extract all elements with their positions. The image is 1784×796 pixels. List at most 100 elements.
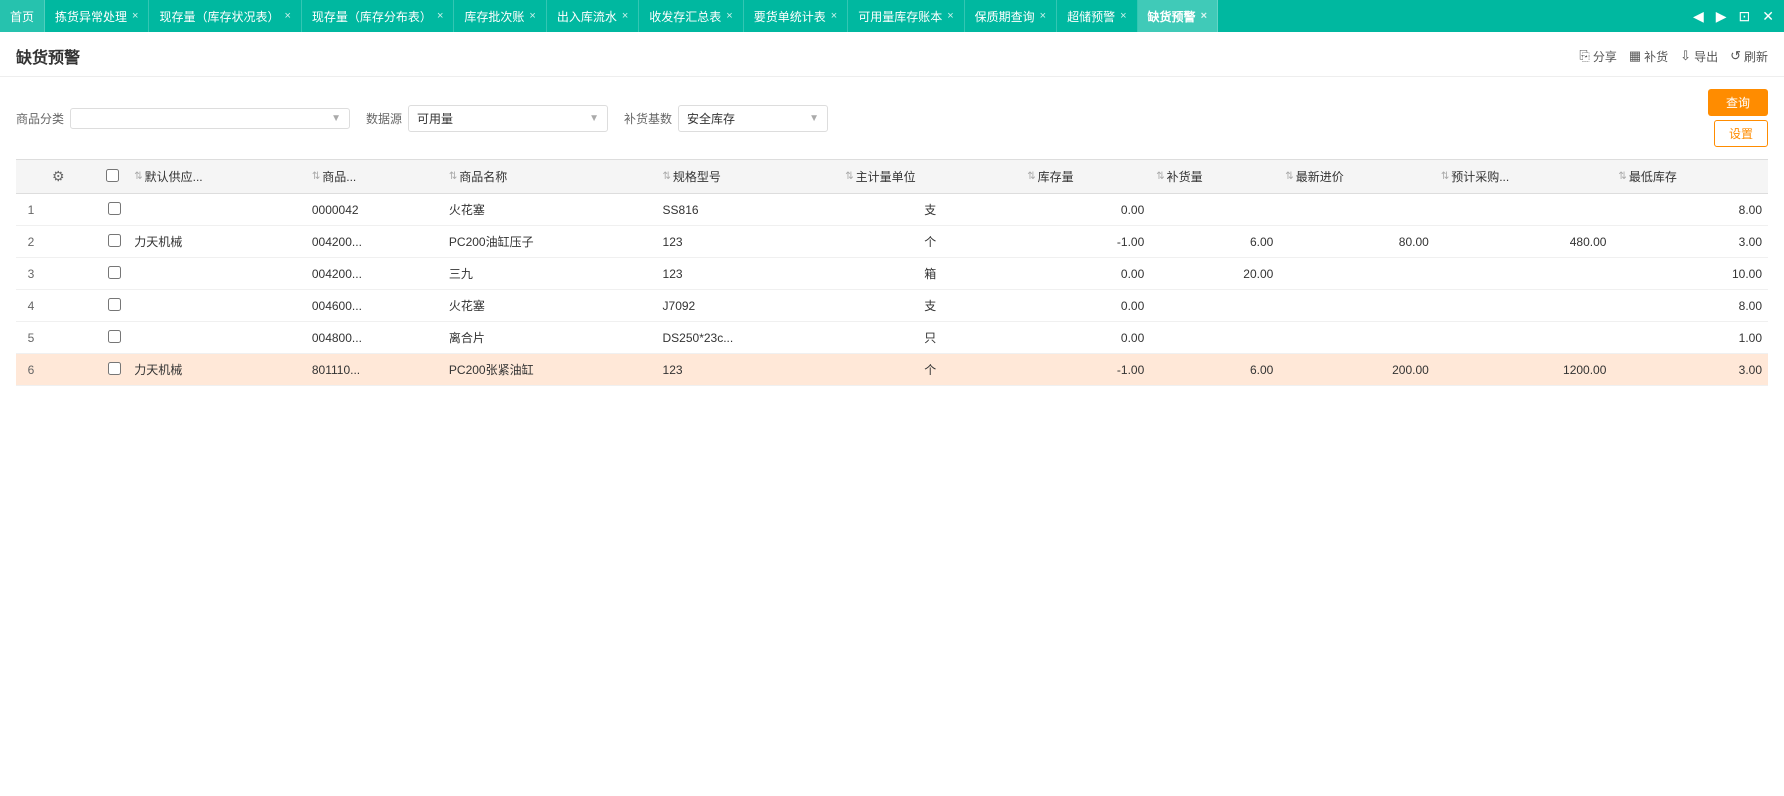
cell-supplement-4	[1150, 322, 1279, 354]
table-row: 6力天机械801110...PC200张紧油缸123个-1.006.00200.…	[16, 354, 1768, 386]
category-filter-group: 商品分类 ▼	[16, 108, 350, 129]
sort-icon-supplement: ⇅	[1156, 171, 1164, 182]
nav-tab-8[interactable]: 可用量库存账本×	[848, 0, 964, 32]
refresh-icon: ↺	[1730, 48, 1741, 64]
row-checkbox-5[interactable]	[108, 362, 121, 375]
basis-select-value: 安全库存	[687, 110, 805, 127]
nav-tab-11[interactable]: 缺货预警×	[1138, 0, 1218, 32]
cell-unit-1: 个	[839, 226, 1021, 258]
supplement-btn[interactable]: ▦ 补货	[1629, 48, 1668, 65]
cell-settings-3	[46, 290, 100, 322]
basis-label: 补货基数	[624, 110, 672, 127]
col-label-spec: 规格型号	[673, 168, 721, 185]
sort-icon-supplier: ⇅	[134, 171, 142, 182]
basis-select[interactable]: 安全库存 ▼	[678, 105, 828, 132]
tab-close-icon-7[interactable]: ×	[831, 10, 837, 22]
col-header-name[interactable]: ⇅商品名称	[443, 160, 657, 194]
nav-tab-7[interactable]: 要货单统计表×	[744, 0, 848, 32]
tab-close-icon-10[interactable]: ×	[1120, 10, 1126, 22]
tab-close-icon-11[interactable]: ×	[1201, 10, 1207, 22]
row-checkbox-0[interactable]	[108, 202, 121, 215]
col-header-supplement[interactable]: ⇅补货量	[1150, 160, 1279, 194]
tab-close-icon-8[interactable]: ×	[947, 10, 953, 22]
nav-tab-0[interactable]: 首页	[0, 0, 45, 32]
sort-icon-latest_price: ⇅	[1285, 171, 1293, 182]
nav-tab-1[interactable]: 拣货异常处理×	[45, 0, 149, 32]
col-header-estimated[interactable]: ⇅预计采购...	[1435, 160, 1613, 194]
main-content: 缺货预警 ⎘ 分享 ▦ 补货 ⇩ 导出 ↺ 刷新 商品分类	[0, 32, 1784, 796]
cell-latest_price-5: 200.00	[1279, 354, 1435, 386]
nav-restore-btn[interactable]: ⊡	[1733, 0, 1757, 32]
cell-min_stock-1: 3.00	[1612, 226, 1768, 258]
datasource-select[interactable]: 可用量 ▼	[408, 105, 608, 132]
table-row: 5004800...离合片DS250*23c...只0.001.00	[16, 322, 1768, 354]
cell-settings-1	[46, 226, 100, 258]
nav-tab-3[interactable]: 现存量（库存分布表）×	[302, 0, 454, 32]
cell-settings-4	[46, 322, 100, 354]
gear-icon[interactable]: ⚙	[52, 168, 65, 184]
share-icon: ⎘	[1579, 48, 1589, 64]
cell-spec-3: J7092	[657, 290, 840, 322]
row-checkbox-3[interactable]	[108, 298, 121, 311]
nav-prev-btn[interactable]: ◀	[1687, 0, 1710, 32]
cell-stock-5: -1.00	[1021, 354, 1150, 386]
cell-stock-0: 0.00	[1021, 194, 1150, 226]
cell-code-5: 801110...	[306, 354, 443, 386]
col-header-spec[interactable]: ⇅规格型号	[657, 160, 840, 194]
cell-code-1: 004200...	[306, 226, 443, 258]
cell-estimated-1: 480.00	[1435, 226, 1613, 258]
cell-supplement-1: 6.00	[1150, 226, 1279, 258]
col-header-latest_price[interactable]: ⇅最新进价	[1279, 160, 1435, 194]
cell-supplement-0	[1150, 194, 1279, 226]
cell-estimated-3	[1435, 290, 1613, 322]
tab-close-icon-6[interactable]: ×	[726, 10, 732, 22]
row-checkbox-1[interactable]	[108, 234, 121, 247]
row-checkbox-2[interactable]	[108, 266, 121, 279]
col-label-code: 商品...	[322, 168, 356, 185]
tab-close-icon-5[interactable]: ×	[622, 10, 628, 22]
tab-close-icon-2[interactable]: ×	[284, 10, 290, 22]
table-row: 3004200...三九123箱0.0020.0010.00	[16, 258, 1768, 290]
select-all-checkbox[interactable]	[106, 169, 119, 182]
cell-unit-4: 只	[839, 322, 1021, 354]
cell-code-2: 004200...	[306, 258, 443, 290]
col-header-stock[interactable]: ⇅库存量	[1021, 160, 1150, 194]
cell-stock-1: -1.00	[1021, 226, 1150, 258]
tab-close-icon-3[interactable]: ×	[437, 10, 443, 22]
category-select[interactable]: ▼	[70, 108, 350, 129]
query-button[interactable]: 查询	[1708, 89, 1768, 116]
col-header-min_stock[interactable]: ⇅最低库存	[1612, 160, 1768, 194]
nav-tab-2[interactable]: 现存量（库存状况表）×	[149, 0, 301, 32]
share-btn[interactable]: ⎘ 分享	[1579, 48, 1616, 65]
cell-settings-2	[46, 258, 100, 290]
col-header-code[interactable]: ⇅商品...	[306, 160, 443, 194]
datasource-label: 数据源	[366, 110, 402, 127]
row-checkbox-4[interactable]	[108, 330, 121, 343]
cell-supplier-4	[128, 322, 306, 354]
export-btn[interactable]: ⇩ 导出	[1680, 48, 1718, 65]
cell-spec-5: 123	[657, 354, 840, 386]
nav-tab-6[interactable]: 收发存汇总表×	[639, 0, 743, 32]
col-header-settings: ⚙	[46, 160, 100, 194]
nav-tab-4[interactable]: 库存批次账×	[454, 0, 546, 32]
nav-tab-5[interactable]: 出入库流水×	[547, 0, 639, 32]
nav-next-btn[interactable]: ▶	[1710, 0, 1733, 32]
tab-close-icon-1[interactable]: ×	[132, 10, 138, 22]
sort-icon-spec: ⇅	[663, 171, 671, 182]
cell-supplement-2: 20.00	[1150, 258, 1279, 290]
tab-close-icon-4[interactable]: ×	[529, 10, 535, 22]
cell-supplement-5: 6.00	[1150, 354, 1279, 386]
tab-close-icon-9[interactable]: ×	[1040, 10, 1046, 22]
nav-close-btn[interactable]: ✕	[1756, 0, 1780, 32]
nav-tab-9[interactable]: 保质期查询×	[965, 0, 1057, 32]
cell-checkbox-3	[100, 290, 128, 322]
supplement-icon: ▦	[1629, 48, 1641, 64]
col-header-unit[interactable]: ⇅主计量单位	[839, 160, 1021, 194]
cell-supplier-5: 力天机械	[128, 354, 306, 386]
refresh-btn[interactable]: ↺ 刷新	[1730, 48, 1768, 65]
col-label-min_stock: 最低库存	[1629, 168, 1677, 185]
settings-button[interactable]: 设置	[1714, 120, 1768, 147]
category-select-arrow-icon: ▼	[331, 113, 341, 124]
nav-tab-10[interactable]: 超储预警×	[1057, 0, 1137, 32]
col-header-supplier[interactable]: ⇅默认供应...	[128, 160, 306, 194]
